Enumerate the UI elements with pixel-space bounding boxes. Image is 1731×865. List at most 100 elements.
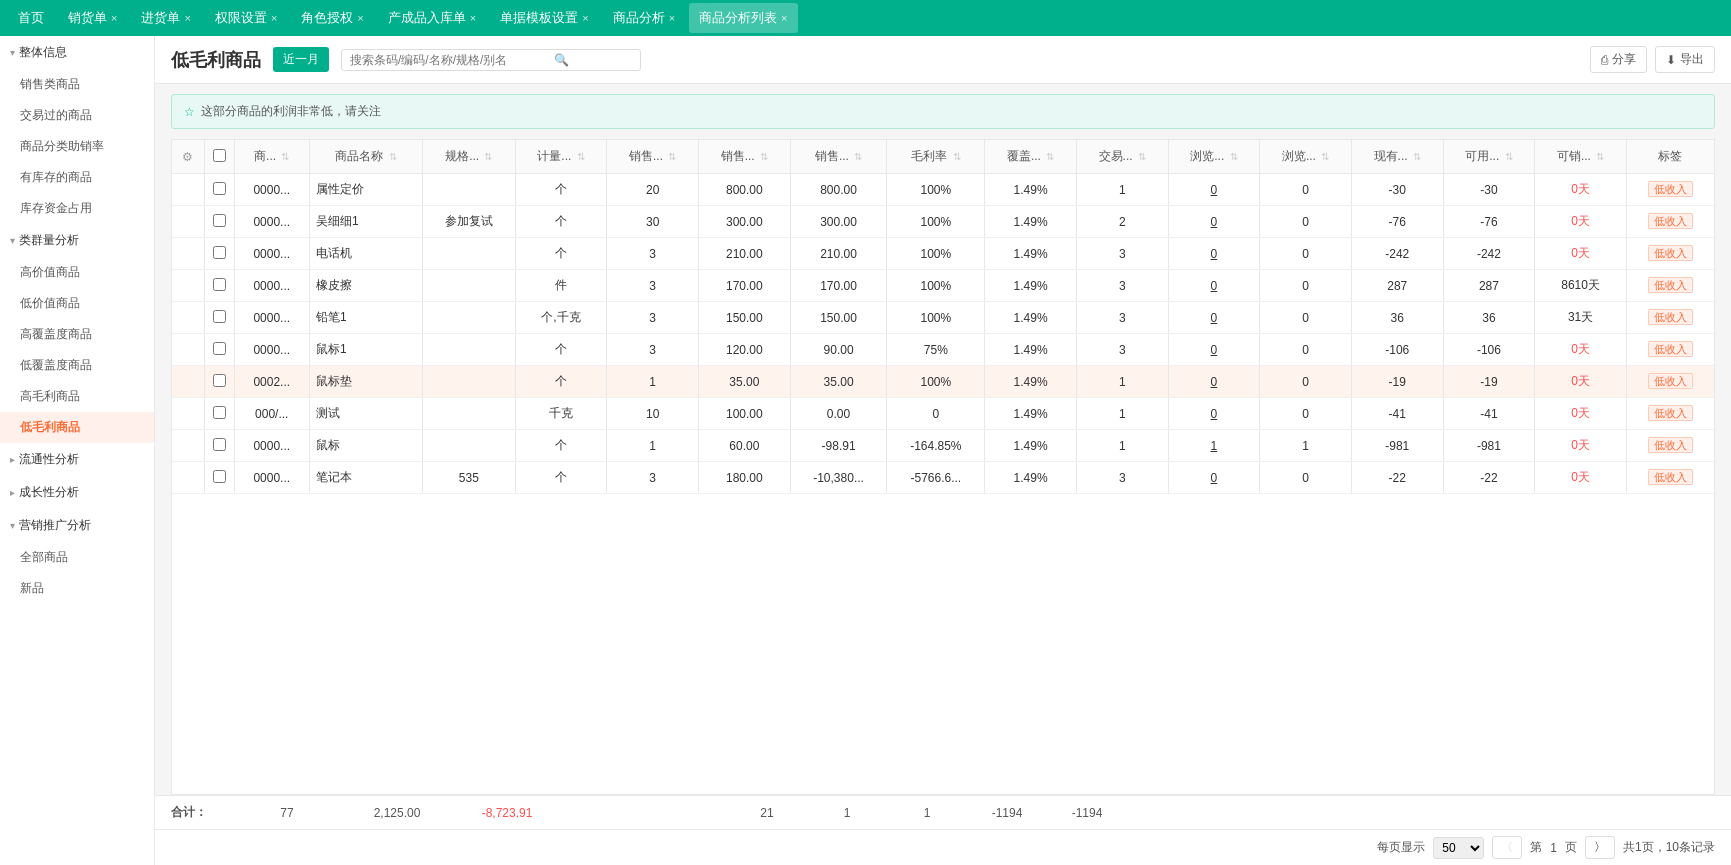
- sidebar-item-有库存的商品[interactable]: 有库存的商品: [0, 162, 154, 193]
- row-settings[interactable]: [172, 238, 204, 270]
- close-tab-icon[interactable]: ×: [357, 12, 363, 24]
- row-browse1[interactable]: 0: [1168, 462, 1260, 494]
- row-browse1[interactable]: 0: [1168, 334, 1260, 366]
- row-unit: 个: [515, 430, 607, 462]
- row-settings[interactable]: [172, 462, 204, 494]
- row-checkbox[interactable]: [213, 470, 226, 483]
- close-tab-icon[interactable]: ×: [781, 12, 787, 24]
- sidebar-group-成长性分析[interactable]: ▸成长性分析: [0, 476, 154, 509]
- page-header: 低毛利商品 近一月 🔍 ⎙ 分享 ⬇ 导出: [155, 36, 1731, 84]
- row-settings[interactable]: [172, 398, 204, 430]
- sidebar-item-高覆盖度商品[interactable]: 高覆盖度商品: [0, 319, 154, 350]
- export-button[interactable]: ⬇ 导出: [1655, 46, 1715, 73]
- close-tab-icon[interactable]: ×: [184, 12, 190, 24]
- row-settings[interactable]: [172, 302, 204, 334]
- row-checkbox[interactable]: [213, 406, 226, 419]
- row-code: 0000...: [234, 238, 310, 270]
- top-navigation: 首页销货单×进货单×权限设置×角色授权×产成品入库单×单据模板设置×商品分析×商…: [0, 0, 1731, 36]
- row-current-stock: -981: [1351, 430, 1443, 462]
- row-sales-qty: 1: [607, 366, 699, 398]
- row-browse1[interactable]: 0: [1168, 270, 1260, 302]
- row-sales-amount: 170.00: [698, 270, 790, 302]
- share-button[interactable]: ⎙ 分享: [1590, 46, 1647, 73]
- sidebar-item-销售类商品[interactable]: 销售类商品: [0, 69, 154, 100]
- row-tag: 低收入: [1626, 206, 1714, 238]
- row-settings[interactable]: [172, 366, 204, 398]
- close-tab-icon[interactable]: ×: [470, 12, 476, 24]
- sidebar-item-低毛利商品[interactable]: 低毛利商品: [0, 412, 154, 443]
- nav-item-进货单[interactable]: 进货单×: [131, 3, 200, 33]
- close-tab-icon[interactable]: ×: [271, 12, 277, 24]
- row-browse1[interactable]: 1: [1168, 430, 1260, 462]
- prev-page-button[interactable]: 〈: [1492, 836, 1522, 859]
- row-no: [204, 206, 234, 238]
- table-row: 0000... 吴细细1 参加复试 个 30 300.00 300.00 100…: [172, 206, 1714, 238]
- row-checkbox[interactable]: [213, 214, 226, 227]
- row-settings[interactable]: [172, 270, 204, 302]
- row-coverage: 1.49%: [985, 430, 1077, 462]
- main-layout: ▾整体信息销售类商品交易过的商品商品分类助销率有库存的商品库存资金占用▾类群量分…: [0, 36, 1731, 865]
- sidebar-item-全部商品[interactable]: 全部商品: [0, 542, 154, 573]
- row-code: 0002...: [234, 366, 310, 398]
- row-browse1[interactable]: 0: [1168, 238, 1260, 270]
- nav-item-商品分析列表[interactable]: 商品分析列表×: [689, 3, 797, 33]
- sidebar-item-库存资金占用[interactable]: 库存资金占用: [0, 193, 154, 224]
- sidebar-item-高价值商品[interactable]: 高价值商品: [0, 257, 154, 288]
- sidebar-item-低覆盖度商品[interactable]: 低覆盖度商品: [0, 350, 154, 381]
- row-spec: 参加复试: [422, 206, 515, 238]
- sidebar-item-高毛利商品[interactable]: 高毛利商品: [0, 381, 154, 412]
- search-input[interactable]: [350, 53, 550, 67]
- row-checkbox[interactable]: [213, 310, 226, 323]
- row-checkbox[interactable]: [213, 374, 226, 387]
- row-tag: 低收入: [1626, 270, 1714, 302]
- filter-recent-button[interactable]: 近一月: [273, 47, 329, 72]
- close-tab-icon[interactable]: ×: [111, 12, 117, 24]
- next-page-button[interactable]: 〉: [1585, 836, 1615, 859]
- footer-coverage: [647, 806, 727, 820]
- nav-item-销货单[interactable]: 销货单×: [58, 3, 127, 33]
- row-checkbox[interactable]: [213, 438, 226, 451]
- row-browse1[interactable]: 0: [1168, 398, 1260, 430]
- row-coverage: 1.49%: [985, 206, 1077, 238]
- row-settings[interactable]: [172, 174, 204, 206]
- row-settings[interactable]: [172, 430, 204, 462]
- row-checkbox[interactable]: [213, 278, 226, 291]
- sidebar-item-商品分类助销率[interactable]: 商品分类助销率: [0, 131, 154, 162]
- row-trade: 3: [1076, 270, 1168, 302]
- row-sellable: 0天: [1535, 174, 1627, 206]
- row-sellable: 0天: [1535, 366, 1627, 398]
- close-tab-icon[interactable]: ×: [582, 12, 588, 24]
- row-code: 0000...: [234, 174, 310, 206]
- row-settings[interactable]: [172, 206, 204, 238]
- sidebar-group-整体信息[interactable]: ▾整体信息: [0, 36, 154, 69]
- search-icon[interactable]: 🔍: [554, 53, 569, 67]
- nav-item-商品分析[interactable]: 商品分析×: [603, 3, 685, 33]
- row-checkbox[interactable]: [213, 342, 226, 355]
- row-trade: 3: [1076, 302, 1168, 334]
- row-checkbox[interactable]: [213, 246, 226, 259]
- page-size-select[interactable]: 50 20 100: [1433, 837, 1484, 859]
- nav-item-单据模板设置[interactable]: 单据模板设置×: [490, 3, 598, 33]
- row-browse1[interactable]: 0: [1168, 302, 1260, 334]
- sidebar-item-新品[interactable]: 新品: [0, 573, 154, 604]
- row-browse1[interactable]: 0: [1168, 366, 1260, 398]
- nav-item-首页[interactable]: 首页: [8, 3, 54, 33]
- row-checkbox[interactable]: [213, 182, 226, 195]
- sidebar-item-低价值商品[interactable]: 低价值商品: [0, 288, 154, 319]
- nav-item-角色授权[interactable]: 角色授权×: [291, 3, 373, 33]
- row-browse2: 0: [1260, 174, 1352, 206]
- settings-column-header[interactable]: ⚙: [172, 140, 204, 174]
- select-all-checkbox[interactable]: [213, 149, 226, 162]
- row-settings[interactable]: [172, 334, 204, 366]
- row-spec: 535: [422, 462, 515, 494]
- row-browse1[interactable]: 0: [1168, 174, 1260, 206]
- sidebar-group-流通性分析[interactable]: ▸流通性分析: [0, 443, 154, 476]
- row-browse1[interactable]: 0: [1168, 206, 1260, 238]
- sidebar-item-交易过的商品[interactable]: 交易过的商品: [0, 100, 154, 131]
- row-coverage: 1.49%: [985, 270, 1077, 302]
- sidebar-group-营销推广分析[interactable]: ▾营销推广分析: [0, 509, 154, 542]
- close-tab-icon[interactable]: ×: [669, 12, 675, 24]
- nav-item-权限设置[interactable]: 权限设置×: [205, 3, 287, 33]
- nav-item-产成品入库单[interactable]: 产成品入库单×: [378, 3, 486, 33]
- sidebar-group-类群量分析[interactable]: ▾类群量分析: [0, 224, 154, 257]
